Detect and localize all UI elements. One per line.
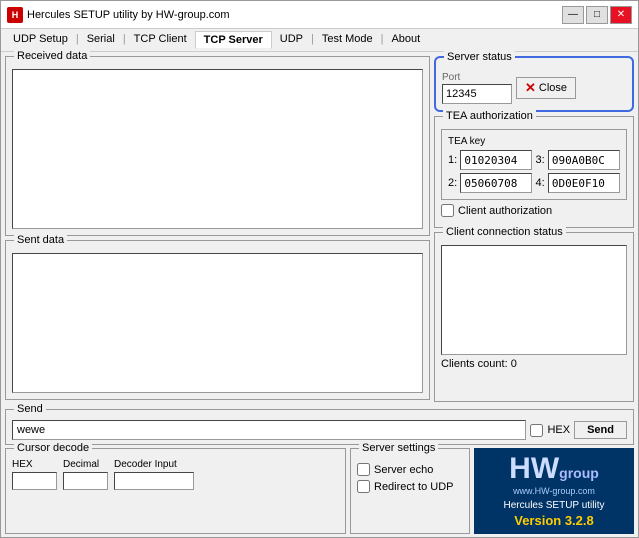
- sent-data-area[interactable]: [12, 253, 423, 393]
- cursor-decode-label: Cursor decode: [14, 442, 92, 454]
- decimal-decode-label: Decimal: [63, 459, 108, 470]
- hw-version: Version 3.2.8: [514, 513, 594, 528]
- send-row: HEX Send: [12, 420, 627, 440]
- tea-key-2-input[interactable]: [460, 173, 532, 193]
- server-settings-label: Server settings: [359, 442, 438, 454]
- menu-udp-setup[interactable]: UDP Setup: [5, 31, 76, 49]
- hex-decode-col: HEX: [12, 459, 57, 490]
- decoder-input-label: Decoder Input: [114, 459, 194, 470]
- hw-url: www.HW-group.com: [513, 486, 595, 496]
- send-group: Send HEX Send: [5, 409, 634, 445]
- send-label: Send: [14, 403, 46, 415]
- hw-group-text: group: [559, 465, 599, 481]
- left-panel: Received data Sent data: [5, 56, 430, 402]
- port-label: Port: [442, 72, 512, 83]
- server-echo-label: Server echo: [374, 464, 433, 476]
- clients-count-row: Clients count: 0: [441, 358, 627, 370]
- hw-logo-panel: HW group www.HW-group.com Hercules SETUP…: [474, 448, 634, 534]
- app-icon: H: [7, 7, 23, 23]
- client-connection-group: Client connection status Clients count: …: [434, 232, 634, 402]
- window-title: Hercules SETUP utility by HW-group.com: [27, 9, 230, 21]
- clients-count-value: 0: [511, 358, 517, 370]
- title-bar: H Hercules SETUP utility by HW-group.com…: [1, 1, 638, 29]
- tea-key-4-label: 4:: [536, 177, 545, 189]
- tea-key-label: TEA key: [448, 136, 620, 147]
- send-input[interactable]: [12, 420, 526, 440]
- decoder-input-col: Decoder Input: [114, 459, 194, 490]
- server-echo-row: Server echo: [357, 463, 463, 476]
- minimize-button[interactable]: —: [562, 6, 584, 24]
- hw-logo: HW group: [509, 454, 599, 484]
- redirect-udp-row: Redirect to UDP: [357, 480, 463, 493]
- decimal-decode-col: Decimal: [63, 459, 108, 490]
- bottom-area: Send HEX Send Cursor decode HEX Dec: [1, 406, 638, 537]
- server-echo-checkbox[interactable]: [357, 463, 370, 476]
- client-auth-checkbox[interactable]: [441, 204, 454, 217]
- right-panel: Server status Port ✕ Close TEA authoriza…: [434, 56, 634, 402]
- received-data-label: Received data: [14, 50, 90, 62]
- main-content: Received data Sent data Server status Po…: [1, 52, 638, 406]
- hw-letters: HW: [509, 454, 559, 484]
- hex-label: HEX: [547, 424, 570, 436]
- tea-key-grid: 1: 3: 2: 4:: [448, 150, 620, 193]
- window-close-button[interactable]: ✕: [610, 6, 632, 24]
- redirect-udp-checkbox[interactable]: [357, 480, 370, 493]
- server-settings-group: Server settings Server echo Redirect to …: [350, 448, 470, 534]
- cursor-decode-group: Cursor decode HEX Decimal Decoder Input: [5, 448, 346, 534]
- received-data-group: Received data: [5, 56, 430, 236]
- tea-key-2-label: 2:: [448, 177, 457, 189]
- clients-count-label: Clients count:: [441, 358, 508, 370]
- menu-tcp-server[interactable]: TCP Server: [195, 31, 272, 49]
- tea-key-group: TEA key 1: 3: 2: 4:: [441, 129, 627, 200]
- sent-data-label: Sent data: [14, 234, 67, 246]
- client-status-area: [441, 245, 627, 355]
- main-window: H Hercules SETUP utility by HW-group.com…: [0, 0, 639, 538]
- window-controls: — □ ✕: [562, 6, 632, 24]
- bottom-controls-row: Cursor decode HEX Decimal Decoder Input: [5, 448, 634, 534]
- menu-tcp-client[interactable]: TCP Client: [126, 31, 195, 49]
- x-icon: ✕: [525, 80, 536, 96]
- tea-key-1-input[interactable]: [460, 150, 532, 170]
- tea-key-3-label: 3:: [536, 154, 545, 166]
- menu-about[interactable]: About: [383, 31, 428, 49]
- menu-bar: UDP Setup | Serial | TCP Client TCP Serv…: [1, 29, 638, 52]
- tea-label: TEA authorization: [443, 110, 536, 122]
- hex-decode-label: HEX: [12, 459, 57, 470]
- decode-row: HEX Decimal Decoder Input: [12, 459, 339, 490]
- sent-data-group: Sent data: [5, 240, 430, 400]
- tea-group: TEA authorization TEA key 1: 3: 2: 4:: [434, 116, 634, 228]
- hex-checkbox[interactable]: [530, 424, 543, 437]
- hw-product: Hercules SETUP utility: [504, 500, 605, 511]
- redirect-udp-label: Redirect to UDP: [374, 481, 453, 493]
- server-close-button[interactable]: ✕ Close: [516, 77, 576, 99]
- client-connection-label: Client connection status: [443, 226, 566, 238]
- decimal-decode-input[interactable]: [63, 472, 108, 490]
- client-auth-row: Client authorization: [441, 204, 627, 217]
- title-bar-left: H Hercules SETUP utility by HW-group.com: [7, 7, 230, 23]
- port-row: Port ✕ Close: [442, 72, 626, 104]
- tea-key-1-label: 1:: [448, 154, 457, 166]
- send-button[interactable]: Send: [574, 421, 627, 439]
- maximize-button[interactable]: □: [586, 6, 608, 24]
- decoder-input-field[interactable]: [114, 472, 194, 490]
- close-button-label: Close: [539, 82, 567, 94]
- port-input[interactable]: [442, 84, 512, 104]
- tea-key-4-input[interactable]: [548, 173, 620, 193]
- tea-key-3-input[interactable]: [548, 150, 620, 170]
- menu-udp[interactable]: UDP: [272, 31, 311, 49]
- client-auth-label: Client authorization: [458, 205, 552, 217]
- server-status-group: Server status Port ✕ Close: [434, 56, 634, 112]
- menu-serial[interactable]: Serial: [79, 31, 123, 49]
- server-status-label: Server status: [444, 51, 515, 63]
- hex-decode-input[interactable]: [12, 472, 57, 490]
- received-data-area[interactable]: [12, 69, 423, 229]
- menu-test-mode[interactable]: Test Mode: [314, 31, 381, 49]
